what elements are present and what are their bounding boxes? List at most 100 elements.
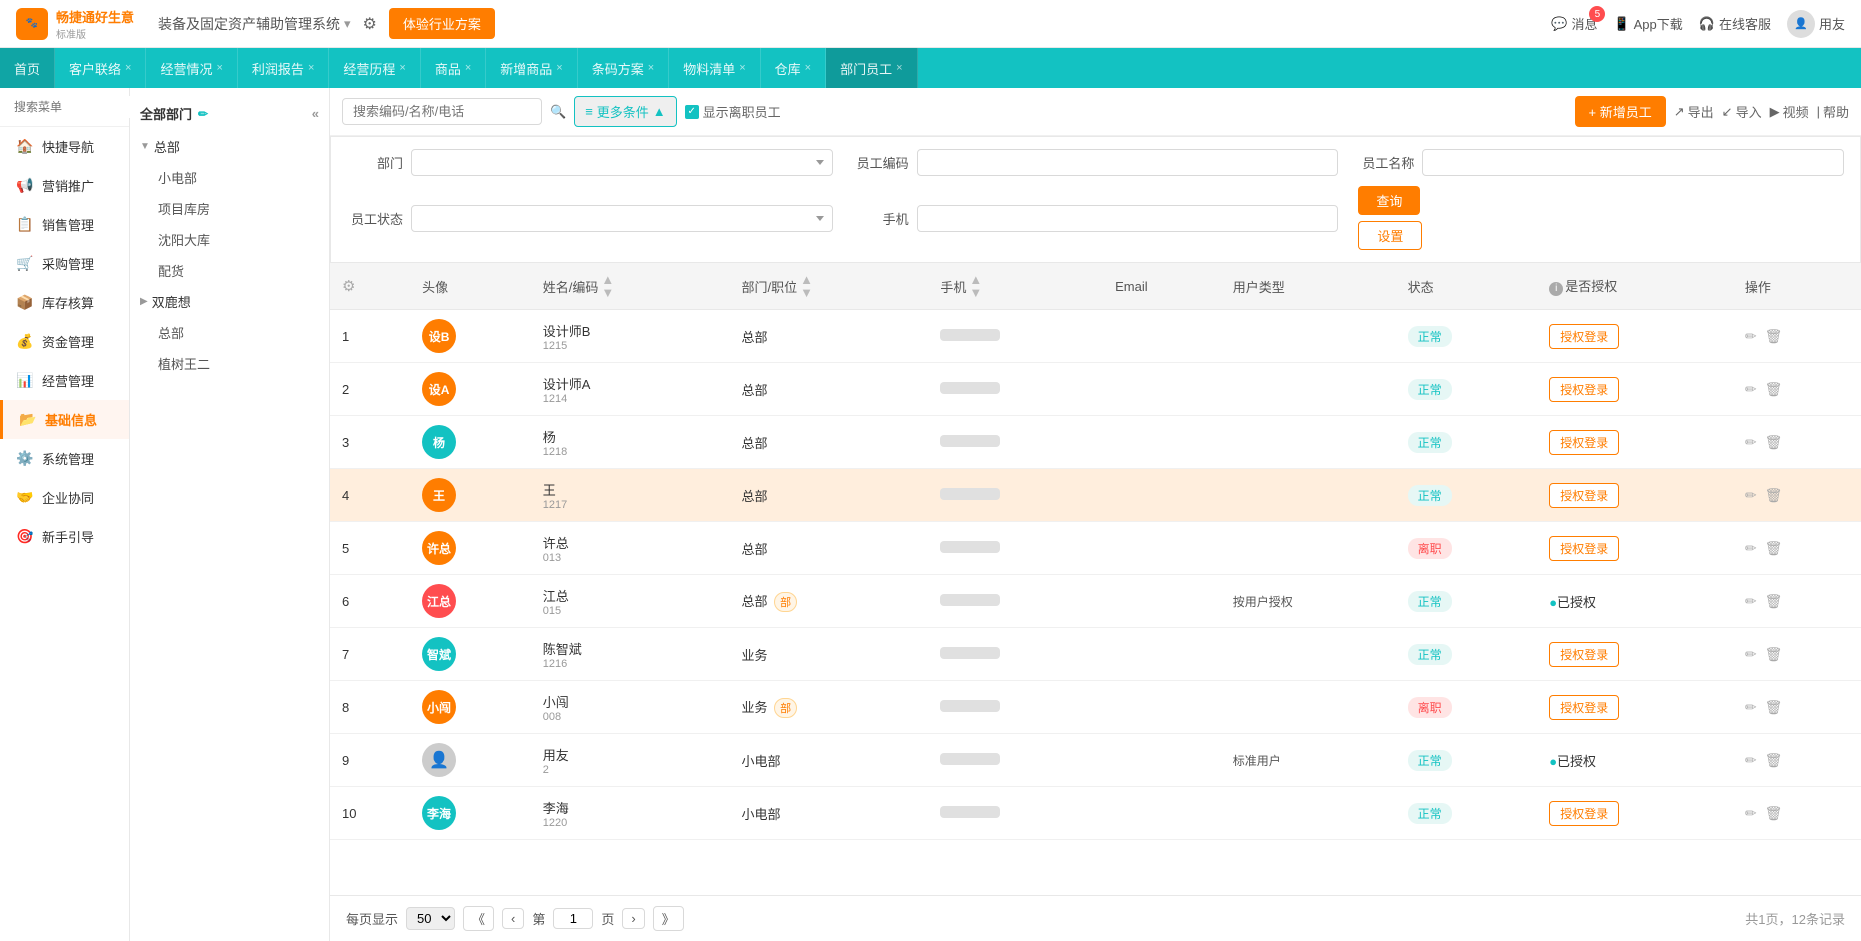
auth-login-button[interactable]: 授权登录 xyxy=(1549,642,1619,667)
auth-login-button[interactable]: 授权登录 xyxy=(1549,483,1619,508)
edit-dept-icon[interactable]: ✏ xyxy=(198,107,208,121)
phone-filter-input[interactable] xyxy=(917,205,1339,232)
delete-icon[interactable]: 🗑 xyxy=(1765,381,1783,398)
last-page-btn[interactable]: 》 xyxy=(653,906,684,931)
user-menu-button[interactable]: 👤 用友 xyxy=(1787,10,1845,38)
edit-icon[interactable]: ✏ xyxy=(1745,540,1757,557)
status-filter-select[interactable] xyxy=(411,205,833,232)
dept-node-xiaodian[interactable]: 小电部 xyxy=(130,162,329,193)
delete-icon[interactable]: 🗑 xyxy=(1765,646,1783,663)
delete-icon[interactable]: 🗑 xyxy=(1765,487,1783,504)
app-download-button[interactable]: 📱 App下载 xyxy=(1613,14,1682,33)
edit-icon[interactable]: ✏ xyxy=(1745,805,1757,822)
close-icon[interactable]: × xyxy=(125,62,131,74)
sidebar-item-basic-info[interactable]: 📂基础信息 xyxy=(0,400,129,439)
search-input[interactable] xyxy=(342,98,542,125)
close-icon[interactable]: × xyxy=(739,62,745,74)
name-filter-input[interactable] xyxy=(1422,149,1844,176)
auth-login-button[interactable]: 授权登录 xyxy=(1549,695,1619,720)
sidebar-item-marketing[interactable]: 📢营销推广 xyxy=(0,166,129,205)
close-icon[interactable]: × xyxy=(399,62,405,74)
delete-icon[interactable]: 🗑 xyxy=(1765,328,1783,345)
sidebar-item-collab[interactable]: 🤝企业协同 xyxy=(0,478,129,517)
th-dept[interactable]: 部门/职位▲▼ xyxy=(730,263,929,310)
close-icon[interactable]: × xyxy=(465,62,471,74)
delete-icon[interactable]: 🗑 xyxy=(1765,699,1783,716)
collapse-tree-icon[interactable]: « xyxy=(312,106,319,121)
prev-page-btn[interactable]: ‹ xyxy=(502,908,524,929)
edit-icon[interactable]: ✏ xyxy=(1745,328,1757,345)
current-page-input[interactable] xyxy=(553,908,593,929)
tab-bom[interactable]: 物料清单 × xyxy=(669,48,760,88)
dept-node-zongbu[interactable]: 总部 xyxy=(130,317,329,348)
sidebar-item-purchase[interactable]: 🛒采购管理 xyxy=(0,244,129,283)
close-icon[interactable]: × xyxy=(648,62,654,74)
sidebar-item-quicknav[interactable]: 🏠快捷导航 xyxy=(0,127,129,166)
dept-node-shenyang[interactable]: 沈阳大库 xyxy=(130,224,329,255)
delete-icon[interactable]: 🗑 xyxy=(1765,593,1783,610)
edit-icon[interactable]: ✏ xyxy=(1745,752,1757,769)
edit-icon[interactable]: ✏ xyxy=(1745,434,1757,451)
edit-icon[interactable]: ✏ xyxy=(1745,646,1757,663)
tab-operations[interactable]: 经营情况 × xyxy=(146,48,237,88)
tab-profit[interactable]: 利润报告 × xyxy=(238,48,329,88)
tab-home[interactable]: 首页 xyxy=(0,48,55,88)
tab-journey[interactable]: 经营历程 × xyxy=(329,48,420,88)
filter-more-button[interactable]: ≡ 更多条件 ▲ xyxy=(574,96,676,127)
close-icon[interactable]: × xyxy=(308,62,314,74)
close-icon[interactable]: × xyxy=(556,62,562,74)
sidebar-item-system[interactable]: ⚙️系统管理 xyxy=(0,439,129,478)
dept-node-distribution[interactable]: 配货 xyxy=(130,255,329,286)
tab-goods[interactable]: 商品 × xyxy=(421,48,486,88)
export-button[interactable]: ↗ 导出 xyxy=(1674,102,1714,121)
sidebar-item-inventory[interactable]: 📦库存核算 xyxy=(0,283,129,322)
close-icon[interactable]: × xyxy=(896,62,902,74)
next-page-btn[interactable]: › xyxy=(622,908,644,929)
sidebar-item-operations[interactable]: 📊经营管理 xyxy=(0,361,129,400)
auth-login-button[interactable]: 授权登录 xyxy=(1549,430,1619,455)
gear-icon[interactable]: ⚙ xyxy=(363,14,377,34)
close-icon[interactable]: × xyxy=(216,62,222,74)
trial-button[interactable]: 体验行业方案 xyxy=(389,8,495,39)
first-page-btn[interactable]: 《 xyxy=(463,906,494,931)
auth-login-button[interactable]: 授权登录 xyxy=(1549,536,1619,561)
delete-icon[interactable]: 🗑 xyxy=(1765,434,1783,451)
delete-icon[interactable]: 🗑 xyxy=(1765,540,1783,557)
edit-icon[interactable]: ✏ xyxy=(1745,699,1757,716)
import-button[interactable]: ↙ 导入 xyxy=(1722,102,1762,121)
delete-icon[interactable]: 🗑 xyxy=(1765,805,1783,822)
edit-icon[interactable]: ✏ xyxy=(1745,381,1757,398)
tab-new-goods[interactable]: 新增商品 × xyxy=(486,48,577,88)
dept-node-shuanglu[interactable]: ▶双鹿想 xyxy=(130,286,329,317)
help-button[interactable]: | 帮助 xyxy=(1817,102,1849,121)
resign-checkbox[interactable]: ✓ xyxy=(685,105,699,119)
edit-icon[interactable]: ✏ xyxy=(1745,593,1757,610)
dept-node-zhisu[interactable]: 植树王二 xyxy=(130,348,329,379)
auth-login-button[interactable]: 授权登录 xyxy=(1549,801,1619,826)
tab-warehouse[interactable]: 仓库 × xyxy=(761,48,826,88)
sidebar-item-guide[interactable]: 🎯新手引导 xyxy=(0,517,129,556)
dept-node-project[interactable]: 项目库房 xyxy=(130,193,329,224)
add-employee-button[interactable]: + 新增员工 xyxy=(1575,96,1666,127)
auth-login-button[interactable]: 授权登录 xyxy=(1549,324,1619,349)
set-button[interactable]: 设置 xyxy=(1358,221,1422,250)
th-phone[interactable]: 手机▲▼ xyxy=(928,263,1103,310)
search-icon[interactable]: 🔍 xyxy=(550,104,566,120)
message-button[interactable]: 💬 消息 5 xyxy=(1551,14,1597,33)
auth-login-button[interactable]: 授权登录 xyxy=(1549,377,1619,402)
sidebar-item-sales[interactable]: 📋销售管理 xyxy=(0,205,129,244)
close-icon[interactable]: × xyxy=(805,62,811,74)
code-filter-input[interactable] xyxy=(917,149,1339,176)
tab-customer[interactable]: 客户联络 × xyxy=(55,48,146,88)
dept-node-root[interactable]: ▼总部 xyxy=(130,131,329,162)
sidebar-item-finance[interactable]: 💰资金管理 xyxy=(0,322,129,361)
tab-barcode[interactable]: 条码方案 × xyxy=(578,48,669,88)
th-name[interactable]: 姓名/编码▲▼ xyxy=(531,263,730,310)
per-page-select[interactable]: 50 xyxy=(406,907,455,930)
delete-icon[interactable]: 🗑 xyxy=(1765,752,1783,769)
view-button[interactable]: ▶ 视频 xyxy=(1770,102,1809,121)
tab-employee[interactable]: 部门员工 × xyxy=(826,48,917,88)
online-service-button[interactable]: 🎧 在线客服 xyxy=(1699,14,1771,33)
edit-icon[interactable]: ✏ xyxy=(1745,487,1757,504)
th-gear[interactable]: ⚙ xyxy=(330,263,410,310)
